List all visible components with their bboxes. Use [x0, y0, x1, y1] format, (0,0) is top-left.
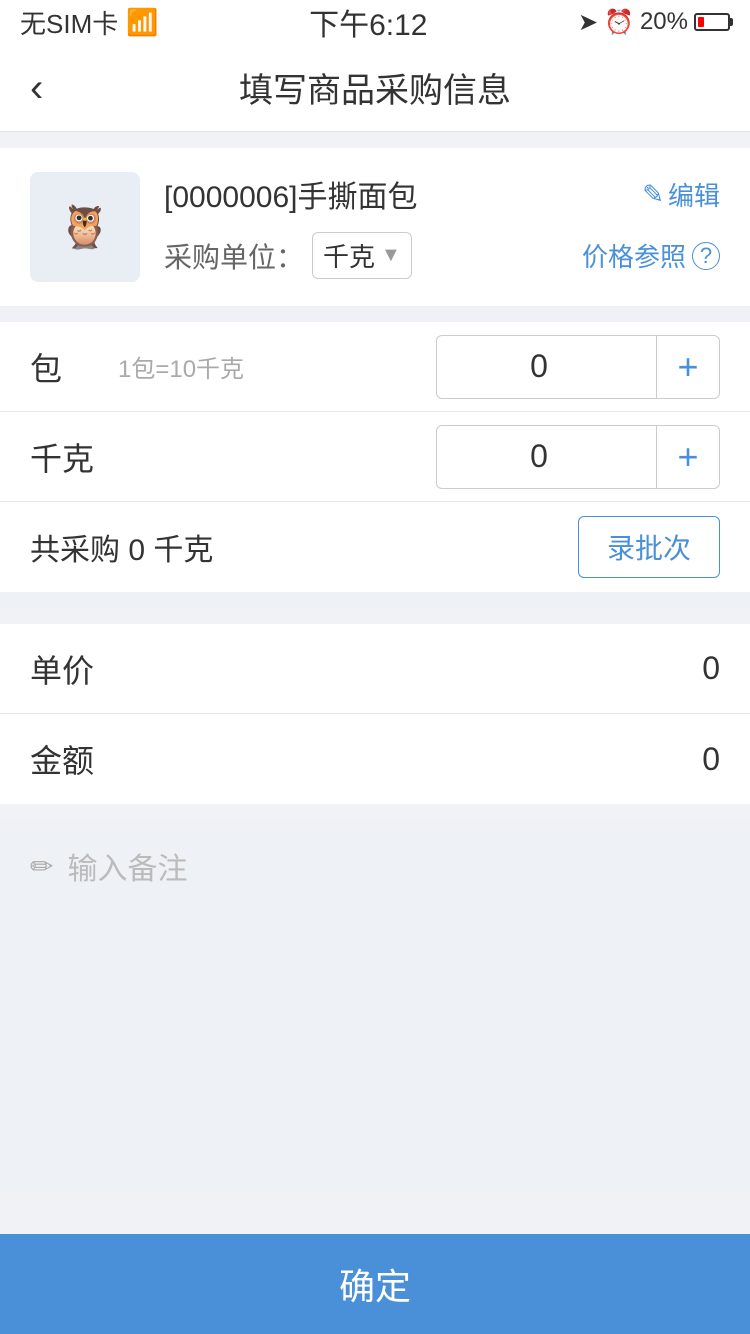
- amount-label: 金额: [30, 736, 94, 782]
- bag-sublabel: 1包=10千克: [118, 349, 436, 384]
- product-image: 🦉: [30, 172, 140, 282]
- chevron-down-icon: ▼: [381, 244, 401, 267]
- unit-row: 采购单位： 千克 ▼ 价格参照 ?: [164, 232, 720, 279]
- pencil-icon: ✏: [30, 850, 53, 883]
- status-left: 无SIM卡 📶: [20, 4, 159, 41]
- kg-plus-button[interactable]: +: [656, 425, 720, 489]
- summary-row: 共采购 0 千克 录批次: [0, 502, 750, 592]
- kg-quantity-input[interactable]: [436, 425, 656, 489]
- unit-price-value: 0: [702, 650, 720, 687]
- confirm-button[interactable]: 确定: [339, 1258, 411, 1310]
- kg-input-row: 千克 +: [0, 412, 750, 502]
- product-full-name: [0000006]手撕面包: [164, 172, 417, 216]
- product-info: [0000006]手撕面包 ✎ 编辑 采购单位： 千克 ▼ 价格参照 ?: [164, 172, 720, 279]
- kg-label: 千克: [30, 434, 110, 480]
- product-name-row: [0000006]手撕面包 ✎ 编辑: [164, 172, 720, 216]
- help-icon: ?: [692, 242, 720, 270]
- nav-bar: ‹ 填写商品采购信息: [0, 44, 750, 132]
- batch-button[interactable]: 录批次: [578, 516, 720, 578]
- unit-price-row: 单价 0: [0, 624, 750, 714]
- battery-icon: [694, 13, 730, 31]
- unit-select[interactable]: 千克 ▼: [312, 232, 412, 279]
- page-title: 填写商品采购信息: [239, 63, 511, 112]
- unit-select-value: 千克: [323, 237, 375, 274]
- bag-label: 包: [30, 344, 110, 390]
- bag-input-control: +: [436, 335, 720, 399]
- edit-button[interactable]: ✎ 编辑: [642, 176, 720, 213]
- carrier-label: 无SIM卡: [20, 4, 118, 41]
- unit-price-label: 单价: [30, 646, 94, 692]
- empty-area: [0, 912, 750, 1192]
- alarm-icon: ⏰: [604, 8, 634, 37]
- bag-input-row: 包 1包=10千克 +: [0, 322, 750, 412]
- amount-value: 0: [702, 741, 720, 778]
- kg-input-control: +: [436, 425, 720, 489]
- location-icon: ➤: [578, 8, 598, 37]
- status-bar: 无SIM卡 📶 下午6:12 ➤ ⏰ 20%: [0, 0, 750, 44]
- unit-label: 采购单位：: [164, 236, 304, 276]
- confirm-bar[interactable]: 确定: [0, 1234, 750, 1334]
- price-ref-button[interactable]: 价格参照 ?: [582, 237, 720, 274]
- status-time: 下午6:12: [309, 0, 427, 44]
- bag-quantity-input[interactable]: [436, 335, 656, 399]
- wifi-icon: 📶: [126, 7, 158, 38]
- price-section: 单价 0 金额 0: [0, 624, 750, 804]
- summary-amount-value: 0: [128, 534, 145, 567]
- product-thumbnail: 🦉: [59, 203, 111, 252]
- battery-percent: 20%: [640, 8, 688, 36]
- product-card: 🦉 [0000006]手撕面包 ✎ 编辑 采购单位： 千克 ▼: [0, 148, 750, 306]
- status-right: ➤ ⏰ 20%: [578, 8, 730, 37]
- bag-plus-button[interactable]: +: [656, 335, 720, 399]
- section-divider-1: [0, 306, 750, 322]
- edit-icon: ✎: [642, 179, 664, 210]
- input-section: 包 1包=10千克 + 千克 +: [0, 322, 750, 502]
- notes-section[interactable]: ✏ 输入备注: [0, 820, 750, 912]
- summary-text: 共采购 0 千克: [30, 525, 213, 569]
- section-divider-2: [0, 592, 750, 608]
- amount-row: 金额 0: [0, 714, 750, 804]
- back-button[interactable]: ‹: [30, 68, 43, 108]
- notes-placeholder: 输入备注: [67, 844, 187, 888]
